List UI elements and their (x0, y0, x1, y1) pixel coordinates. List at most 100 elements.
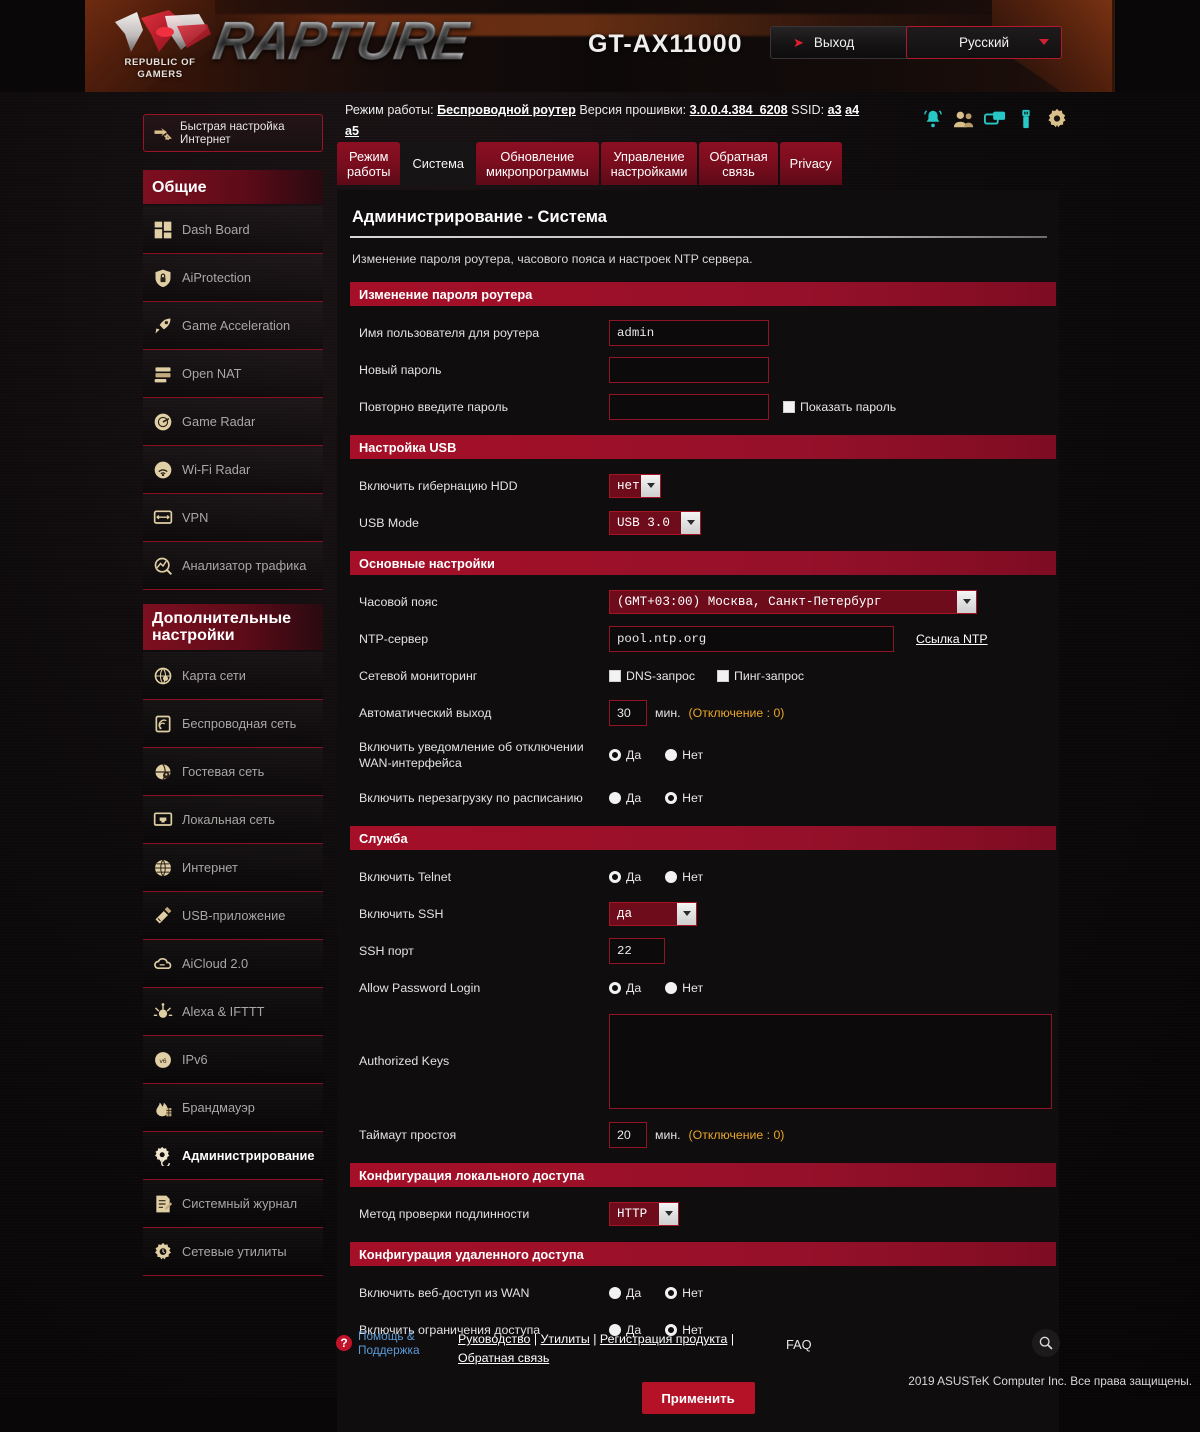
ssh-port-input[interactable] (609, 937, 665, 964)
router-username-input[interactable] (609, 319, 769, 346)
wireless-devices-icon[interactable] (984, 108, 1006, 130)
sidebar-item-administration[interactable]: Администрирование (143, 1132, 323, 1180)
notification-bell-icon[interactable] (922, 108, 944, 130)
retype-password-input[interactable] (609, 393, 769, 420)
authorized-keys-textarea[interactable] (609, 1013, 1052, 1109)
auth-method-select[interactable]: HTTP (609, 1201, 679, 1226)
sidebar-item-usb-application[interactable]: USB-приложение (143, 892, 323, 940)
sidebar-item-open-nat[interactable]: Open NAT (143, 350, 323, 398)
help-support-block[interactable]: ? Помощь & Поддержка (336, 1329, 420, 1357)
footer-search-button[interactable] (1032, 1329, 1060, 1357)
ssh-enable-select[interactable]: да (609, 901, 697, 926)
footer-links: Руководство | Утилиты | Регистрация прод… (458, 1330, 758, 1368)
settings-gear-icon[interactable] (1046, 108, 1068, 130)
sidebar-group-advanced-title: Дополнительные настройки (143, 604, 323, 650)
tab-privacy[interactable]: Privacy (779, 142, 842, 185)
tab-feedback[interactable]: Обратная связь (699, 142, 778, 185)
vpn-monitor-icon (153, 509, 173, 524)
usb-device-icon[interactable] (1015, 108, 1037, 130)
ssid-link-a3[interactable]: a3 (828, 103, 842, 117)
sidebar-group-spacer (143, 590, 323, 604)
password-login-yes-radio[interactable] (609, 981, 621, 994)
footer-faq-link[interactable]: FAQ (786, 1337, 812, 1352)
sidebar-item-lan[interactable]: Локальная сеть (143, 796, 323, 844)
ntp-server-input[interactable] (609, 625, 894, 652)
logout-button[interactable]: ➤ Выход (770, 26, 922, 59)
tab-settings-management[interactable]: Управление настройками (600, 142, 698, 185)
telnet-yes-radio[interactable] (609, 870, 621, 883)
svg-text:v6: v6 (159, 1057, 166, 1064)
sidebar-nav: Быстрая настройка Интернет Общие Dash Bo… (143, 114, 323, 1276)
web-wan-yes-radio[interactable] (609, 1286, 621, 1299)
language-selector[interactable]: Русский (906, 26, 1062, 59)
cloud-icon (154, 957, 172, 969)
footer-link-product-registration[interactable]: Регистрация продукта (600, 1332, 728, 1346)
ping-query-checkbox[interactable] (717, 669, 730, 682)
sidebar-label: Game Acceleration (182, 318, 291, 333)
sidebar-item-dash-board[interactable]: Dash Board (143, 206, 323, 254)
web-wan-no-radio[interactable] (665, 1286, 678, 1299)
sidebar-item-alexa-ifttt[interactable]: Alexa & IFTTT (143, 988, 323, 1036)
sidebar-item-internet[interactable]: Интернет (143, 844, 323, 892)
sidebar-item-game-acceleration[interactable]: Game Acceleration (143, 302, 323, 350)
row-auth-method: Метод проверки подлинности HTTP (347, 1195, 1049, 1232)
scheduled-reboot-no-label: Нет (682, 790, 704, 805)
wireless-icon (155, 715, 171, 732)
usb-mode-select[interactable]: USB 3.0 (609, 510, 701, 535)
sidebar-item-aiprotection[interactable]: AiProtection (143, 254, 323, 302)
game-radar-icon (154, 413, 172, 430)
sidebar-item-traffic-analyzer[interactable]: Анализатор трафика (143, 542, 323, 590)
sidebar-item-game-radar[interactable]: Game Radar (143, 398, 323, 446)
wan-notify-no-radio[interactable] (665, 749, 678, 761)
sidebar-label: Game Radar (182, 414, 256, 429)
auto-logout-input[interactable] (609, 699, 647, 726)
footer-link-utilities[interactable]: Утилиты (541, 1332, 590, 1346)
scheduled-reboot-yes-radio[interactable] (609, 791, 621, 804)
footer-sep-3: | (730, 1332, 735, 1346)
scheduled-reboot-no-radio[interactable] (665, 791, 678, 804)
tab-firmware-upgrade[interactable]: Обновление микропрограммы (476, 142, 599, 185)
dns-query-checkbox[interactable] (609, 669, 621, 682)
ssid-link-a4[interactable]: a4 (845, 103, 859, 117)
hdd-hibernation-select[interactable]: нет (609, 473, 661, 498)
sidebar-item-system-log[interactable]: Системный журнал (143, 1180, 323, 1228)
timezone-select[interactable]: (GMT+03:00) Москва, Санкт-Петербург (609, 589, 977, 614)
idle-timeout-hint: (Отключение : 0) (688, 1127, 785, 1142)
row-auto-logout: Автоматический выход мин. (Отключение : … (347, 694, 1049, 731)
sidebar-item-wifi-radar[interactable]: Wi-Fi Radar (143, 446, 323, 494)
alexa-ifttt-icon (153, 1002, 173, 1018)
firmware-version-value[interactable]: 3.0.0.4.384_6208 (690, 103, 788, 117)
sidebar-item-guest-network[interactable]: Гостевая сеть (143, 748, 323, 796)
telnet-no-radio[interactable] (665, 870, 678, 883)
sidebar-item-firewall[interactable]: Брандмауэр (143, 1084, 323, 1132)
chevron-down-icon (957, 590, 976, 613)
footer-link-manual[interactable]: Руководство (458, 1332, 530, 1346)
wan-notify-yes-radio[interactable] (609, 749, 621, 761)
label-auth-method: Метод проверки подлинности (359, 1206, 530, 1221)
sidebar-item-wireless[interactable]: Беспроводная сеть (143, 700, 323, 748)
sidebar-item-vpn[interactable]: VPN (143, 494, 323, 542)
tab-system[interactable]: Система (402, 142, 475, 185)
sidebar-item-network-tools[interactable]: Сетевые утилиты (143, 1228, 323, 1276)
idle-timeout-input[interactable] (609, 1121, 647, 1148)
show-password-checkbox[interactable] (783, 400, 795, 413)
operation-mode-value[interactable]: Беспроводной роутер (437, 103, 576, 117)
sidebar-label: Анализатор трафика (182, 558, 307, 573)
clients-users-icon[interactable] (953, 108, 975, 130)
ssid-link-a5[interactable]: a5 (345, 124, 359, 138)
sidebar-item-network-map[interactable]: Карта сети (143, 652, 323, 700)
telnet-yes-label: Да (626, 869, 642, 884)
row-wan-disconnect-notify: Включить уведомление об отключении WAN-и… (347, 731, 1049, 779)
sidebar-item-quick-internet-setup[interactable]: Быстрая настройка Интернет (143, 114, 323, 152)
tab-operation-mode[interactable]: Режим работы (337, 142, 401, 185)
shield-lock-icon (155, 269, 171, 287)
ntp-reference-link[interactable]: Ссылка NTP (916, 632, 988, 646)
ipv6-globe-icon: v6 (155, 1051, 171, 1068)
footer-link-feedback[interactable]: Обратная связь (458, 1351, 549, 1365)
new-password-input[interactable] (609, 356, 769, 383)
auth-method-value: HTTP (617, 1206, 648, 1221)
sidebar-item-aicloud[interactable]: AiCloud 2.0 (143, 940, 323, 988)
sidebar-label: Wi-Fi Radar (182, 462, 251, 477)
password-login-no-radio[interactable] (665, 981, 678, 994)
sidebar-item-ipv6[interactable]: v6 IPv6 (143, 1036, 323, 1084)
